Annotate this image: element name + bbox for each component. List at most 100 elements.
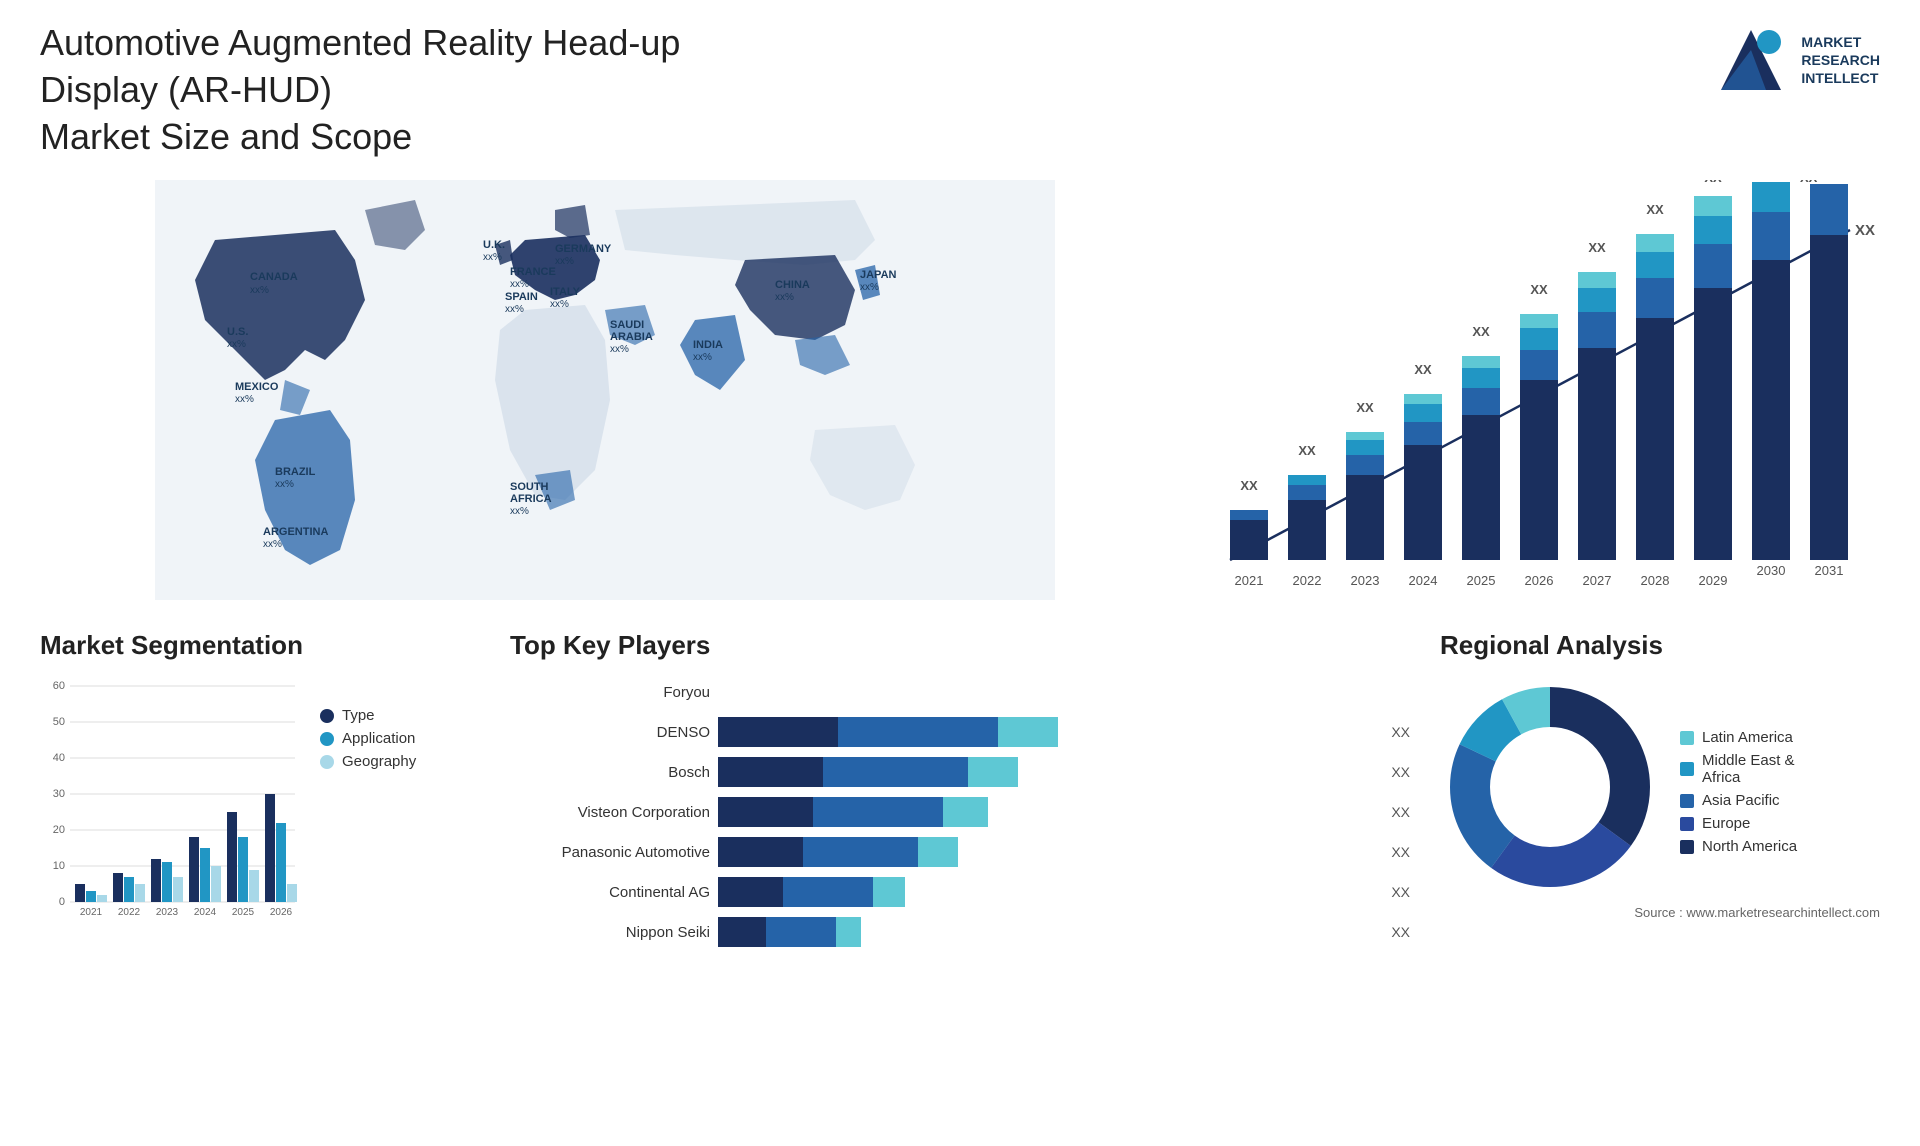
sa-label: SOUTH (510, 481, 549, 493)
svg-text:XX: XX (1298, 443, 1316, 458)
saudi-label: SAUDI (610, 319, 644, 331)
svg-text:2023: 2023 (156, 907, 179, 917)
page-title: Automotive Augmented Reality Head-up Dis… (40, 20, 790, 160)
logo-icon (1711, 20, 1791, 100)
key-players-title: Top Key Players (510, 630, 1410, 661)
donut-chart (1440, 677, 1660, 897)
player-xx-continental: XX (1391, 884, 1410, 900)
top-section: CANADA xx% U.S. xx% MEXICO xx% BRAZIL xx… (40, 180, 1880, 600)
svg-text:0: 0 (59, 896, 65, 908)
bottom-section: Market Segmentation 0 10 20 30 40 50 60 (40, 630, 1880, 947)
source-text: Source : www.marketresearchintellect.com (1440, 905, 1880, 920)
legend-asia-pacific: Asia Pacific (1680, 792, 1797, 809)
japan-value: xx% (860, 282, 879, 293)
player-name-continental: Continental AG (510, 884, 710, 901)
svg-text:2026: 2026 (270, 907, 293, 917)
sa-value: xx% (510, 506, 529, 517)
player-continental: Continental AG XX (510, 877, 1410, 907)
legend-geography: Geography (320, 753, 416, 770)
segmentation-title: Market Segmentation (40, 630, 480, 661)
mexico-value: xx% (235, 394, 254, 405)
argentina-label: ARGENTINA (263, 526, 328, 538)
player-bar-continental (718, 877, 1377, 907)
svg-text:XX: XX (1414, 362, 1432, 377)
player-foryou: Foryou (510, 677, 1410, 707)
svg-text:XX: XX (1704, 180, 1722, 185)
svg-text:2031: 2031 (1815, 563, 1844, 578)
player-nippon: Nippon Seiki XX (510, 917, 1410, 947)
player-bosch: Bosch XX (510, 757, 1410, 787)
map-section: CANADA xx% U.S. xx% MEXICO xx% BRAZIL xx… (40, 180, 1170, 600)
svg-text:XX: XX (1240, 478, 1258, 493)
players-list: Foryou DENSO (510, 677, 1410, 947)
regional-legend: Latin America Middle East &Africa Asia P… (1680, 729, 1797, 855)
page-wrapper: Automotive Augmented Reality Head-up Dis… (0, 0, 1920, 1146)
header: Automotive Augmented Reality Head-up Dis… (40, 20, 1880, 160)
legend-type: Type (320, 707, 416, 724)
svg-text:2021: 2021 (1235, 573, 1264, 588)
legend-north-america: North America (1680, 838, 1797, 855)
player-name-panasonic: Panasonic Automotive (510, 844, 710, 861)
india-value: xx% (693, 352, 712, 363)
player-xx-bosch: XX (1391, 764, 1410, 780)
player-name-denso: DENSO (510, 724, 710, 741)
svg-text:2024: 2024 (194, 907, 217, 917)
player-bar-bosch (718, 757, 1377, 787)
brazil-value: xx% (275, 479, 294, 490)
svg-text:XX: XX (1472, 324, 1490, 339)
player-xx-visteon: XX (1391, 804, 1410, 820)
growth-chart-svg: XX 2021 XX 2022 XX 2023 (1200, 180, 1880, 600)
player-visteon: Visteon Corporation XX (510, 797, 1410, 827)
regional-section: Regional Analysis (1440, 630, 1880, 947)
japan-label: JAPAN (860, 269, 897, 281)
germany-label: GERMANY (555, 243, 612, 255)
svg-text:2022: 2022 (1293, 573, 1322, 588)
player-name-visteon: Visteon Corporation (510, 804, 710, 821)
svg-text:30: 30 (53, 788, 65, 800)
svg-text:2025: 2025 (1467, 573, 1496, 588)
svg-text:2029: 2029 (1699, 573, 1728, 588)
saudi-value: xx% (610, 344, 629, 355)
canada-label: CANADA (250, 271, 298, 283)
svg-text:2026: 2026 (1525, 573, 1554, 588)
spain-value: xx% (505, 304, 524, 315)
brazil-label: BRAZIL (275, 466, 316, 478)
argentina-value: xx% (263, 539, 282, 550)
svg-text:XX: XX (1646, 202, 1664, 217)
logo-text: MARKETRESEARCHINTELLECT (1801, 33, 1880, 88)
mexico-label: MEXICO (235, 381, 279, 393)
player-xx-denso: XX (1391, 724, 1410, 740)
svg-text:2022: 2022 (118, 907, 141, 917)
spain-label: SPAIN (505, 291, 538, 303)
svg-text:XX: XX (1855, 222, 1875, 239)
segmentation-legend: Type Application Geography (320, 707, 416, 770)
svg-text:2030: 2030 (1757, 563, 1786, 578)
player-bar-visteon (718, 797, 1377, 827)
main-content: CANADA xx% U.S. xx% MEXICO xx% BRAZIL xx… (40, 180, 1880, 947)
france-label: FRANCE (510, 266, 556, 278)
legend-latin-america: Latin America (1680, 729, 1797, 746)
us-value: xx% (227, 339, 246, 350)
italy-value: xx% (550, 299, 569, 310)
uk-value: xx% (483, 252, 502, 263)
logo-area: MARKETRESEARCHINTELLECT (1711, 20, 1880, 100)
svg-text:2024: 2024 (1409, 573, 1438, 588)
player-xx-panasonic: XX (1391, 844, 1410, 860)
player-name-foryou: Foryou (510, 684, 710, 701)
saudi-label2: ARABIA (610, 331, 653, 343)
svg-text:XX: XX (1356, 400, 1374, 415)
growth-chart-section: XX 2021 XX 2022 XX 2023 (1200, 180, 1880, 600)
svg-text:50: 50 (53, 716, 65, 728)
legend-middle-east: Middle East &Africa (1680, 752, 1797, 786)
player-panasonic: Panasonic Automotive XX (510, 837, 1410, 867)
italy-label: ITALY (550, 286, 581, 298)
svg-text:2023: 2023 (1351, 573, 1380, 588)
svg-text:2027: 2027 (1583, 573, 1612, 588)
player-bar-denso (718, 717, 1377, 747)
us-label: U.S. (227, 326, 248, 338)
player-name-nippon: Nippon Seiki (510, 924, 710, 941)
legend-europe: Europe (1680, 815, 1797, 832)
segmentation-section: Market Segmentation 0 10 20 30 40 50 60 (40, 630, 480, 947)
player-name-bosch: Bosch (510, 764, 710, 781)
player-bar-nippon (718, 917, 1377, 947)
